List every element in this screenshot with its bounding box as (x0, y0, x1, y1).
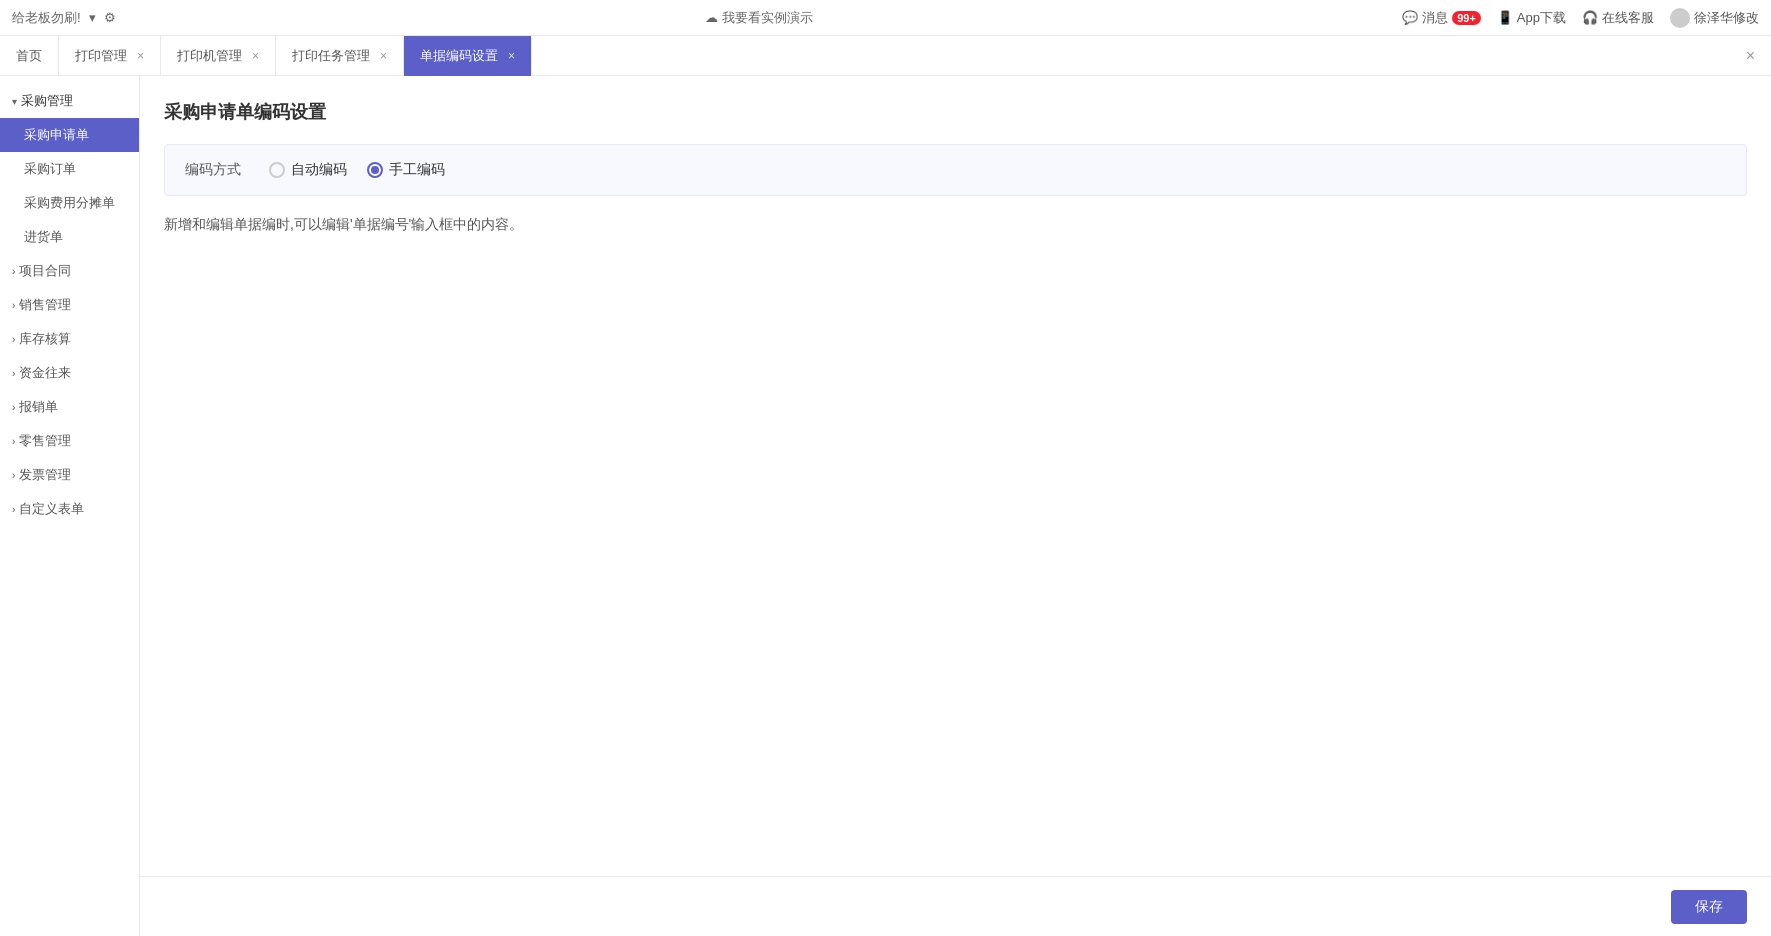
message-item[interactable]: 💬 消息 99+ (1402, 9, 1481, 27)
sidebar-item-purchase-request[interactable]: 采购申请单 (0, 118, 139, 152)
sidebar-group-custom-form[interactable]: › 自定义表单 (0, 492, 139, 526)
save-button[interactable]: 保存 (1671, 890, 1747, 924)
tab-encoding-setting[interactable]: 单据编码设置 × (404, 36, 532, 76)
sidebar-group-finance[interactable]: › 资金往来 (0, 356, 139, 390)
tab-encoding-setting-label: 单据编码设置 (420, 47, 498, 65)
project-arrow-icon: › (12, 266, 15, 277)
sidebar-group-invoice[interactable]: › 发票管理 (0, 458, 139, 492)
expense-arrow-icon: › (12, 402, 15, 413)
tab-print-manage[interactable]: 打印管理 × (59, 36, 161, 76)
tab-print-task[interactable]: 打印任务管理 × (276, 36, 404, 76)
radio-auto[interactable]: 自动编码 (269, 161, 347, 179)
sidebar-group-expense[interactable]: › 报销单 (0, 390, 139, 424)
message-icon: 💬 (1402, 10, 1418, 25)
sidebar-group-inventory[interactable]: › 库存核算 (0, 322, 139, 356)
layout: ▾ 采购管理 采购申请单 采购订单 采购费用分摊单 进货单 › 项目合同 › 销… (0, 76, 1771, 936)
app-download-item[interactable]: 📱 App下载 (1497, 9, 1566, 27)
invoice-arrow-icon: › (12, 470, 15, 481)
tab-print-manage-label: 打印管理 (75, 47, 127, 65)
online-service-item[interactable]: 🎧 在线客服 (1582, 9, 1654, 27)
radio-auto-circle (269, 162, 285, 178)
bottom-bar: 保存 (140, 876, 1771, 936)
radio-manual-circle (367, 162, 383, 178)
sales-label: 销售管理 (19, 296, 71, 314)
retail-label: 零售管理 (19, 432, 71, 450)
inventory-label: 库存核算 (19, 330, 71, 348)
inventory-arrow-icon: › (12, 334, 15, 345)
purchase-request-label: 采购申请单 (24, 127, 89, 142)
tab-printer-manage-label: 打印机管理 (177, 47, 242, 65)
top-bar-left: 给老板勿刷! ▾ ⚙ (12, 9, 116, 27)
tab-print-task-close[interactable]: × (380, 49, 387, 63)
main-content: 采购申请单编码设置 编码方式 自动编码 手工编码 新增和编辑单据编时,可以编辑'… (140, 76, 1771, 936)
purchase-group-label: 采购管理 (21, 92, 73, 110)
sidebar-item-incoming[interactable]: 进货单 (0, 220, 139, 254)
avatar-icon (1670, 8, 1690, 28)
tab-encoding-setting-close[interactable]: × (508, 49, 515, 63)
expense-label: 报销单 (19, 398, 58, 416)
online-service-label: 在线客服 (1602, 9, 1654, 27)
close-all-button[interactable]: × (1746, 47, 1771, 65)
purchase-cost-label: 采购费用分摊单 (24, 195, 115, 210)
sidebar-group-retail[interactable]: › 零售管理 (0, 424, 139, 458)
top-bar-right: 💬 消息 99+ 📱 App下载 🎧 在线客服 徐泽华修改 (1402, 8, 1759, 28)
purchase-arrow-icon: ▾ (12, 96, 17, 107)
encoding-label: 编码方式 (185, 161, 245, 179)
dropdown-icon[interactable]: ▾ (89, 10, 96, 25)
custom-form-arrow-icon: › (12, 504, 15, 515)
sidebar-group-purchase[interactable]: ▾ 采购管理 (0, 84, 139, 118)
incoming-label: 进货单 (24, 229, 63, 244)
radio-auto-label: 自动编码 (291, 161, 347, 179)
project-label: 项目合同 (19, 262, 71, 280)
tab-print-task-label: 打印任务管理 (292, 47, 370, 65)
retail-arrow-icon: › (12, 436, 15, 447)
top-bar: 给老板勿刷! ▾ ⚙ ☁ 我要看实例演示 💬 消息 99+ 📱 App下载 🎧 … (0, 0, 1771, 36)
content-area: 采购申请单编码设置 编码方式 自动编码 手工编码 新增和编辑单据编时,可以编辑'… (140, 76, 1771, 876)
tab-home-label: 首页 (16, 47, 42, 65)
message-badge: 99+ (1452, 11, 1481, 25)
top-bar-search: ☁ 我要看实例演示 (705, 9, 813, 27)
message-label: 消息 (1422, 9, 1448, 27)
radio-manual[interactable]: 手工编码 (367, 161, 445, 179)
tab-printer-manage-close[interactable]: × (252, 49, 259, 63)
app-icon: 📱 (1497, 10, 1513, 25)
search-cloud-icon: ☁ (705, 10, 718, 25)
service-icon: 🎧 (1582, 10, 1598, 25)
sales-arrow-icon: › (12, 300, 15, 311)
sidebar-group-project[interactable]: › 项目合同 (0, 254, 139, 288)
description-text: 新增和编辑单据编时,可以编辑'单据编号'输入框中的内容。 (164, 216, 1747, 234)
radio-group: 自动编码 手工编码 (269, 161, 445, 179)
user-item[interactable]: 徐泽华修改 (1670, 8, 1759, 28)
search-text[interactable]: 我要看实例演示 (722, 9, 813, 27)
sidebar-group-sales[interactable]: › 销售管理 (0, 288, 139, 322)
finance-label: 资金往来 (19, 364, 71, 382)
tab-home[interactable]: 首页 (0, 36, 59, 76)
boss-text: 给老板勿刷! (12, 9, 81, 27)
user-name: 徐泽华修改 (1694, 9, 1759, 27)
tab-print-manage-close[interactable]: × (137, 49, 144, 63)
purchase-order-label: 采购订单 (24, 161, 76, 176)
sidebar: ▾ 采购管理 采购申请单 采购订单 采购费用分摊单 进货单 › 项目合同 › 销… (0, 76, 140, 936)
settings-icon[interactable]: ⚙ (104, 10, 116, 25)
app-download-label: App下载 (1517, 9, 1566, 27)
page-title: 采购申请单编码设置 (164, 100, 1747, 124)
sidebar-item-purchase-order[interactable]: 采购订单 (0, 152, 139, 186)
tab-printer-manage[interactable]: 打印机管理 × (161, 36, 276, 76)
tab-bar: 首页 打印管理 × 打印机管理 × 打印任务管理 × 单据编码设置 × × (0, 36, 1771, 76)
invoice-label: 发票管理 (19, 466, 71, 484)
sidebar-item-purchase-cost[interactable]: 采购费用分摊单 (0, 186, 139, 220)
custom-form-label: 自定义表单 (19, 500, 84, 518)
finance-arrow-icon: › (12, 368, 15, 379)
radio-manual-label: 手工编码 (389, 161, 445, 179)
encoding-section: 编码方式 自动编码 手工编码 (164, 144, 1747, 196)
